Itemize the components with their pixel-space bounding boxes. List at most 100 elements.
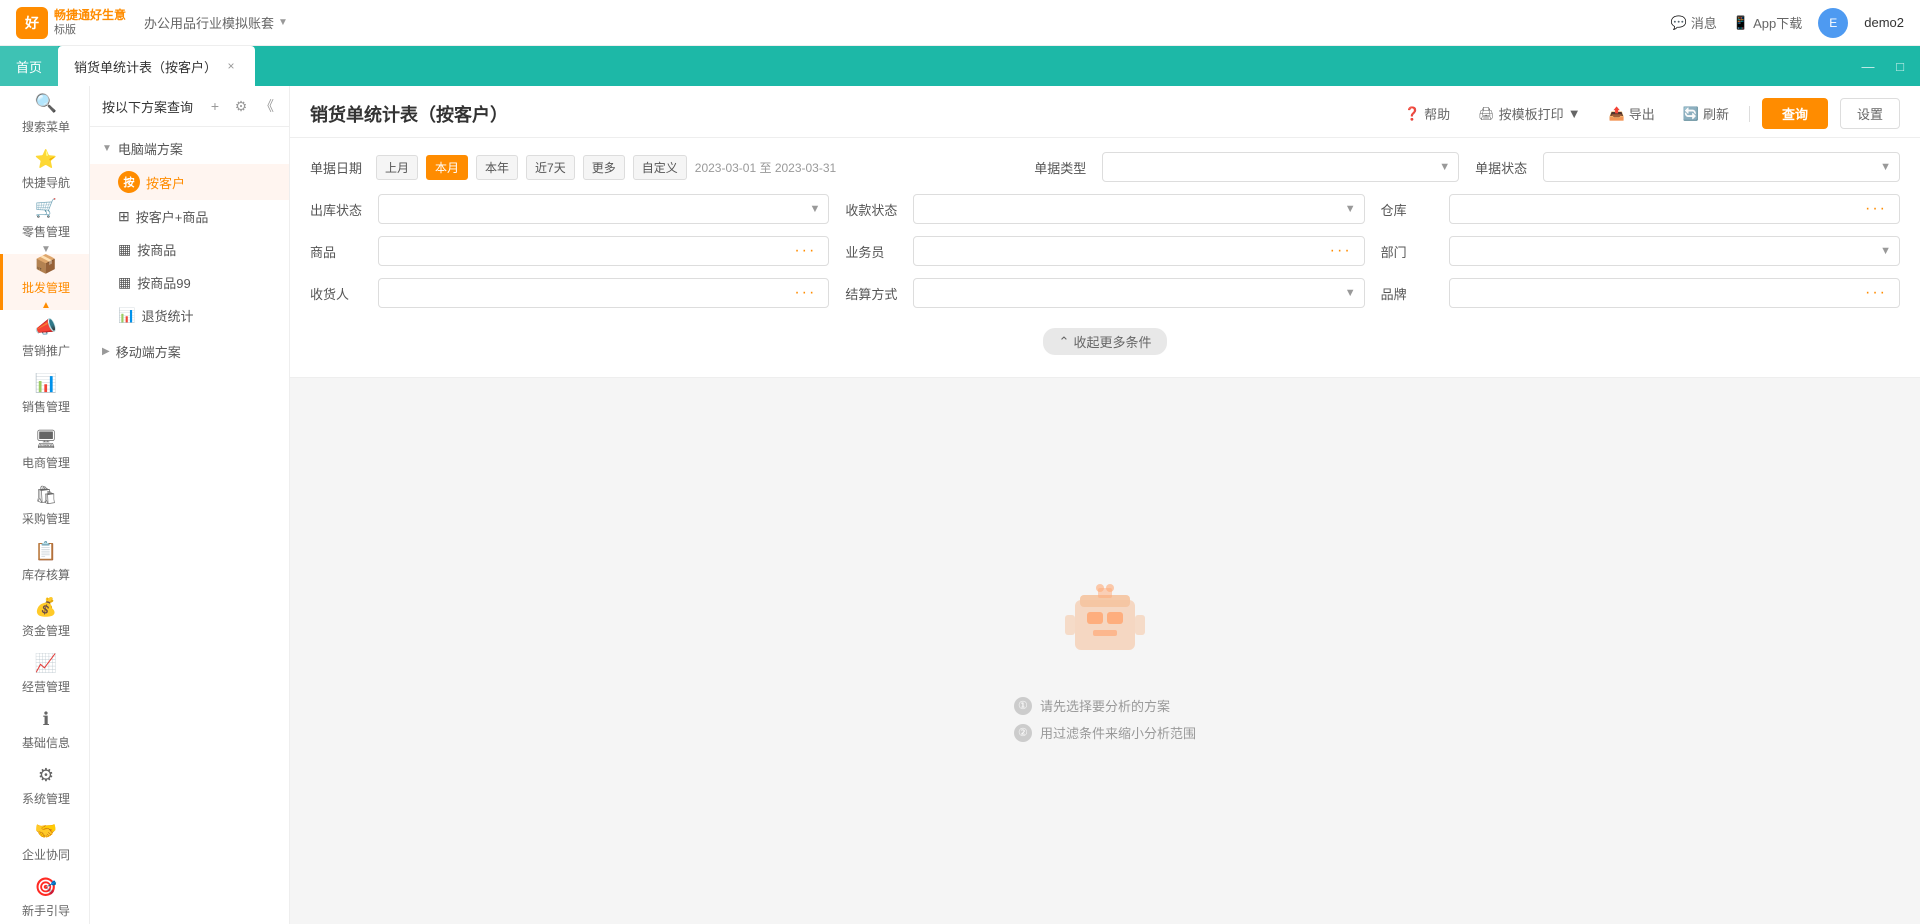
template-print-btn[interactable]: 🖨 按模板打印 ▼ bbox=[1470, 100, 1588, 127]
tab-maximize-btn[interactable]: □ bbox=[1888, 54, 1912, 78]
sidebar-item-search[interactable]: 🔍 搜索菜单 bbox=[0, 86, 89, 142]
product-dots-icon[interactable]: ··· bbox=[790, 242, 820, 260]
warehouse-cell: 仓库 ··· bbox=[1381, 194, 1900, 224]
mobile-group-header[interactable]: ▶ 移动端方案 bbox=[90, 336, 289, 367]
export-btn[interactable]: 📤 导出 bbox=[1601, 100, 1663, 127]
logo-area: 好 畅捷通好生意 标版 bbox=[16, 7, 126, 39]
salesperson-input[interactable]: ··· bbox=[913, 236, 1364, 266]
receiver-input[interactable]: ··· bbox=[378, 278, 829, 308]
empty-hints: ① 请先选择要分析的方案 ② 用过滤条件来缩小分析范围 bbox=[1014, 696, 1196, 742]
sidebar-item-sales[interactable]: 📊 销售管理 bbox=[0, 366, 89, 422]
basic-icon: ℹ bbox=[43, 709, 50, 730]
sidebar-item-shortcut[interactable]: ⭐ 快捷导航 bbox=[0, 142, 89, 198]
refresh-icon: 🔄 bbox=[1683, 106, 1699, 122]
tab-home[interactable]: 首页 bbox=[0, 46, 58, 86]
print-arrow-icon: ▼ bbox=[1568, 106, 1581, 121]
app-download-action[interactable]: 📱 App下载 bbox=[1733, 13, 1802, 32]
tab-close-icon[interactable]: × bbox=[223, 58, 239, 74]
sidebar-item-cooperation[interactable]: 🤝 企业协同 bbox=[0, 814, 89, 870]
date-btn-7days[interactable]: 近7天 bbox=[526, 155, 575, 180]
collapse-more-area: ⌃ 收起更多条件 bbox=[310, 320, 1900, 363]
header-left: 好 畅捷通好生意 标版 办公用品行业模拟账套 ▼ bbox=[16, 7, 296, 39]
content-area: 按以下方案查询 + ⚙ 《 ▼ 电脑端方案 按 按客户 bbox=[90, 86, 1920, 924]
receiver-dots-icon[interactable]: ··· bbox=[790, 284, 820, 302]
salesperson-dots-icon[interactable]: ··· bbox=[1326, 242, 1356, 260]
out-status-label: 出库状态 bbox=[310, 200, 370, 219]
inventory-icon: 📋 bbox=[35, 541, 57, 562]
tree-item-by-product[interactable]: ▦ 按商品 bbox=[90, 233, 289, 266]
settlement-cell: 结算方式 ▼ bbox=[845, 278, 1364, 308]
settlement-label: 结算方式 bbox=[845, 284, 905, 303]
brand-dots-icon[interactable]: ··· bbox=[1861, 284, 1891, 302]
date-btn-custom[interactable]: 自定义 bbox=[633, 155, 687, 180]
print-icon: 🖨 bbox=[1478, 106, 1495, 122]
collapse-panel-btn[interactable]: 《 bbox=[257, 96, 277, 116]
sidebar-item-system[interactable]: ⚙ 系统管理 bbox=[0, 758, 89, 814]
empty-illustration bbox=[1045, 560, 1165, 680]
help-btn[interactable]: ❓ 帮助 bbox=[1396, 100, 1458, 127]
tab-sales-stats[interactable]: 销货单统计表（按客户） × bbox=[58, 46, 255, 86]
payment-status-select[interactable]: ▼ bbox=[913, 194, 1364, 224]
page-actions: ❓ 帮助 🖨 按模板打印 ▼ 📤 导出 🔄 刷新 bbox=[1396, 98, 1900, 129]
collapse-btn[interactable]: ⌃ 收起更多条件 bbox=[1043, 328, 1168, 355]
add-scheme-btn[interactable]: + bbox=[205, 96, 225, 116]
product-cell: 商品 ··· bbox=[310, 236, 829, 266]
sidebar-item-retail[interactable]: 🛒 零售管理 ▼ bbox=[0, 198, 89, 254]
tab-bar: 首页 销货单统计表（按客户） × — □ bbox=[0, 46, 1920, 86]
status-select[interactable]: ▼ bbox=[1543, 152, 1900, 182]
sidebar-item-operations[interactable]: 📈 经营管理 bbox=[0, 646, 89, 702]
warehouse-input[interactable]: ··· bbox=[1449, 194, 1900, 224]
settlement-arrow-icon: ▼ bbox=[1345, 287, 1356, 299]
type-arrow-icon: ▼ bbox=[1439, 161, 1450, 173]
main-layout: 🔍 搜索菜单 ⭐ 快捷导航 🛒 零售管理 ▼ 📦 批发管理 ▲ 📣 营销推广 📊… bbox=[0, 86, 1920, 924]
marketing-icon: 📣 bbox=[35, 317, 57, 338]
sidebar-item-basic[interactable]: ℹ 基础信息 bbox=[0, 702, 89, 758]
department-label: 部门 bbox=[1381, 242, 1441, 261]
receiver-cell: 收货人 ··· bbox=[310, 278, 829, 308]
user-name[interactable]: demo2 bbox=[1864, 15, 1904, 30]
tree-item-return-stats[interactable]: 📊 退货统计 bbox=[90, 299, 289, 332]
sidebar-item-ecommerce[interactable]: 🖥 电商管理 bbox=[0, 422, 89, 478]
message-action[interactable]: 💬 消息 bbox=[1671, 13, 1717, 32]
warehouse-dots-icon[interactable]: ··· bbox=[1861, 200, 1891, 218]
refresh-btn[interactable]: 🔄 刷新 bbox=[1675, 100, 1737, 127]
tree-item-customer-product[interactable]: ⊞ 按客户+商品 bbox=[90, 200, 289, 233]
sidebar-item-purchase[interactable]: 🛍 采购管理 bbox=[0, 478, 89, 534]
tree-item-by-product99[interactable]: ▦ 按商品99 bbox=[90, 266, 289, 299]
brand-label: 品牌 bbox=[1381, 284, 1441, 303]
desktop-group-header[interactable]: ▼ 电脑端方案 bbox=[90, 133, 289, 164]
type-select[interactable]: ▼ bbox=[1102, 152, 1459, 182]
brand-input[interactable]: ··· bbox=[1449, 278, 1900, 308]
tree-item-by-customer[interactable]: 按 按客户 bbox=[90, 164, 289, 200]
date-btn-this-year[interactable]: 本年 bbox=[476, 155, 518, 180]
query-btn[interactable]: 查询 bbox=[1762, 98, 1828, 129]
sales-icon: 📊 bbox=[35, 373, 57, 394]
out-status-arrow-icon: ▼ bbox=[809, 203, 820, 215]
table-icon: ▦ bbox=[118, 241, 131, 258]
date-btn-more[interactable]: 更多 bbox=[583, 155, 625, 180]
tab-minimize-btn[interactable]: — bbox=[1856, 54, 1880, 78]
settlement-select[interactable]: ▼ bbox=[913, 278, 1364, 308]
sidebar-item-finance[interactable]: 💰 资金管理 bbox=[0, 590, 89, 646]
sidebar-item-inventory[interactable]: 📋 库存核算 bbox=[0, 534, 89, 590]
page-title: 销货单统计表（按客户） bbox=[310, 101, 508, 127]
wholesale-icon: 📦 bbox=[35, 254, 57, 275]
status-filter-cell: 单据状态 ▼ bbox=[1475, 152, 1900, 182]
industry-selector[interactable]: 办公用品行业模拟账套 ▼ bbox=[136, 9, 296, 36]
sidebar-item-marketing[interactable]: 📣 营销推广 bbox=[0, 310, 89, 366]
settings-scheme-btn[interactable]: ⚙ bbox=[231, 96, 251, 116]
out-status-cell: 出库状态 ▼ bbox=[310, 194, 829, 224]
logo-icon: 好 bbox=[16, 7, 48, 39]
sidebar-item-newbie[interactable]: 🎯 新手引导 bbox=[0, 870, 89, 924]
product-input[interactable]: ··· bbox=[378, 236, 829, 266]
cooperation-icon: 🤝 bbox=[35, 821, 57, 842]
department-select[interactable]: ▼ bbox=[1449, 236, 1900, 266]
date-btn-this-month[interactable]: 本月 bbox=[426, 155, 468, 180]
date-btn-last-month[interactable]: 上月 bbox=[376, 155, 418, 180]
system-icon: ⚙ bbox=[38, 765, 54, 786]
out-status-select[interactable]: ▼ bbox=[378, 194, 829, 224]
ecommerce-icon: 🖥 bbox=[35, 429, 58, 450]
newbie-icon: 🎯 bbox=[35, 877, 57, 898]
sidebar-item-wholesale[interactable]: 📦 批发管理 ▲ bbox=[0, 254, 89, 310]
settings-btn[interactable]: 设置 bbox=[1840, 98, 1900, 129]
